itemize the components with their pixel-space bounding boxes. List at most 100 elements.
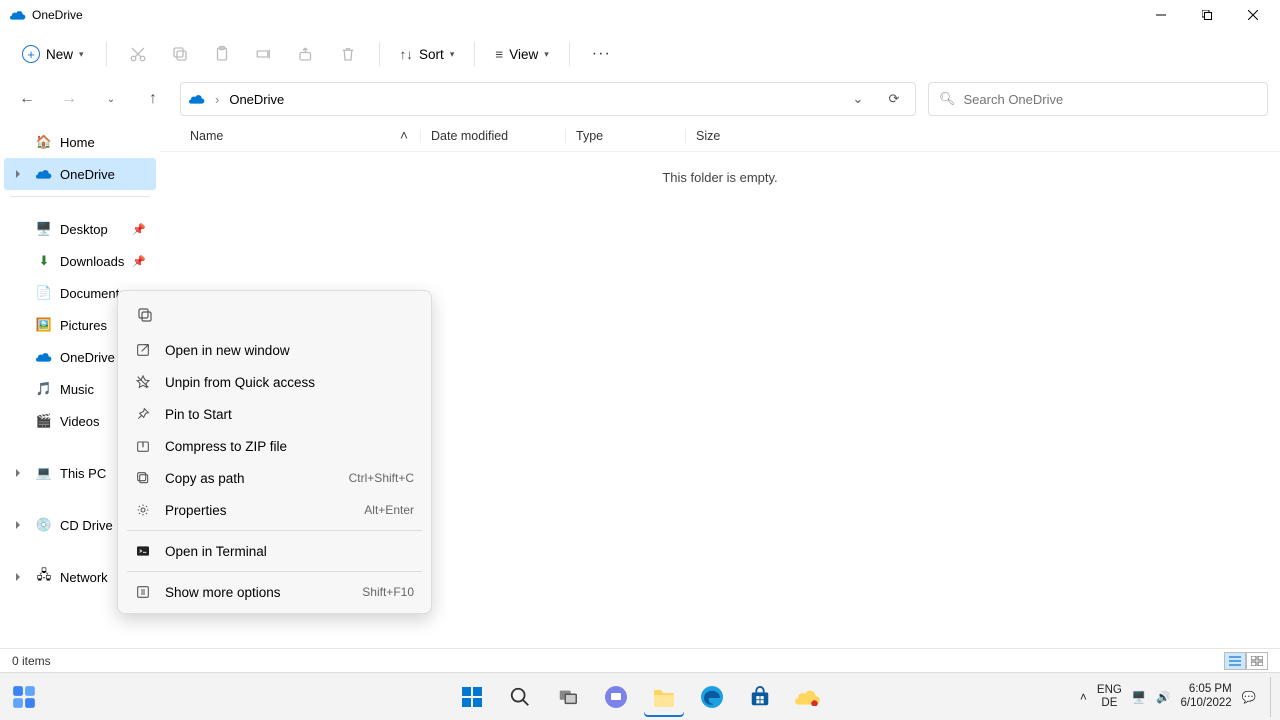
cut-icon[interactable] — [119, 37, 157, 71]
chevron-down-icon: ▾ — [450, 49, 455, 60]
new-button[interactable]: + New ▾ — [12, 37, 94, 71]
volume-tray-icon[interactable]: 🔊 — [1156, 690, 1170, 704]
ctx-unpin-quick-access[interactable]: Unpin from Quick access — [123, 366, 426, 398]
tray-overflow-button[interactable]: ˄ — [1080, 690, 1087, 704]
more-options-icon — [135, 584, 151, 600]
terminal-icon — [135, 543, 151, 559]
sidebar-item-downloads[interactable]: ⬇ Downloads 📌 — [4, 245, 156, 277]
widgets-button[interactable] — [4, 677, 44, 717]
thumbnails-view-button[interactable] — [1246, 652, 1268, 670]
rename-icon[interactable] — [245, 37, 283, 71]
documents-icon: 📄 — [36, 285, 52, 301]
ctx-compress-zip[interactable]: Compress to ZIP file — [123, 430, 426, 462]
edge-button[interactable] — [692, 677, 732, 717]
sidebar-item-desktop[interactable]: 🖥️ Desktop 📌 — [4, 213, 156, 245]
chat-button[interactable] — [596, 677, 636, 717]
store-button[interactable] — [740, 677, 780, 717]
ctx-shortcut: Ctrl+Shift+C — [349, 471, 414, 485]
sidebar-item-label: Videos — [60, 414, 100, 429]
column-header-size[interactable]: Size — [685, 129, 765, 143]
view-button[interactable]: ≡ View ▾ — [487, 37, 556, 71]
up-button[interactable]: ↑ — [138, 84, 168, 114]
ctx-show-more-options[interactable]: Show more options Shift+F10 — [123, 576, 426, 608]
new-label: New — [46, 47, 73, 62]
plus-icon: + — [22, 45, 40, 63]
address-dropdown-button[interactable]: ⌄ — [845, 91, 871, 107]
ctx-open-new-window[interactable]: Open in new window — [123, 334, 426, 366]
sidebar-divider — [10, 196, 150, 197]
copy-icon[interactable] — [161, 37, 199, 71]
pin-icon: 📌 — [132, 255, 146, 268]
navigation-row: ← → ⌄ ↑ › OneDrive ⌄ ⟳ 🔍︎ — [0, 78, 1280, 120]
toolbar-separator — [379, 42, 380, 66]
status-bar: 0 items — [0, 648, 1280, 672]
minimize-button[interactable] — [1138, 0, 1184, 30]
onedrive-cloud-icon — [10, 7, 26, 23]
forward-button[interactable]: → — [54, 84, 84, 114]
lang-primary: ENG — [1097, 684, 1122, 697]
sidebar-item-label: Downloads — [60, 254, 124, 269]
ctx-properties[interactable]: Properties Alt+Enter — [123, 494, 426, 526]
search-taskbar-button[interactable] — [500, 677, 540, 717]
ctx-pin-to-start[interactable]: Pin to Start — [123, 398, 426, 430]
paste-icon[interactable] — [203, 37, 241, 71]
context-menu-separator — [127, 571, 422, 572]
search-input[interactable] — [964, 92, 1257, 107]
sidebar-item-label: This PC — [60, 466, 106, 481]
details-view-button[interactable] — [1224, 652, 1246, 670]
copy-icon[interactable] — [129, 299, 161, 331]
sidebar-item-label: Music — [60, 382, 94, 397]
start-button[interactable] — [452, 677, 492, 717]
view-icon: ≡ — [495, 47, 503, 62]
recent-locations-button[interactable]: ⌄ — [96, 84, 126, 114]
sidebar-item-label: Home — [60, 135, 95, 150]
sidebar-item-home[interactable]: 🏠 Home — [4, 126, 156, 158]
clock-time: 6:05 PM — [1181, 683, 1232, 697]
thispc-icon: 💻 — [36, 465, 52, 481]
column-headers: Name Date modified Type Size — [160, 120, 1280, 152]
onedrive-taskbar-button[interactable] — [788, 677, 828, 717]
videos-icon: 🎬 — [36, 413, 52, 429]
ctx-open-terminal[interactable]: Open in Terminal — [123, 535, 426, 567]
breadcrumb-location[interactable]: OneDrive — [229, 92, 284, 107]
item-count: 0 items — [12, 654, 51, 668]
ctx-label: Open in new window — [165, 343, 414, 358]
show-desktop-button[interactable] — [1270, 677, 1274, 717]
ctx-shortcut: Alt+Enter — [364, 503, 414, 517]
file-explorer-button[interactable] — [644, 677, 684, 717]
ctx-label: Properties — [165, 503, 350, 518]
pin-icon: 📌 — [132, 223, 146, 236]
ctx-copy-as-path[interactable]: Copy as path Ctrl+Shift+C — [123, 462, 426, 494]
sidebar-item-label: OneDrive — [60, 167, 115, 182]
close-button[interactable] — [1230, 0, 1276, 30]
notifications-button[interactable]: 💬 — [1242, 690, 1256, 704]
column-header-date[interactable]: Date modified — [420, 129, 565, 143]
column-header-type[interactable]: Type — [565, 129, 685, 143]
language-indicator[interactable]: ENG DE — [1097, 684, 1122, 709]
toolbar-separator — [106, 42, 107, 66]
address-bar[interactable]: › OneDrive ⌄ ⟳ — [180, 82, 916, 116]
music-icon: 🎵 — [36, 381, 52, 397]
onedrive-cloud-icon — [36, 166, 52, 182]
search-box[interactable]: 🔍︎ — [928, 82, 1268, 116]
pin-icon — [135, 406, 151, 422]
ctx-shortcut: Shift+F10 — [362, 585, 414, 599]
more-button[interactable]: ··· — [582, 45, 621, 63]
maximize-button[interactable] — [1184, 0, 1230, 30]
home-icon: 🏠 — [36, 134, 52, 150]
breadcrumb-separator: › — [215, 92, 219, 107]
sidebar-item-onedrive[interactable]: OneDrive — [4, 158, 156, 190]
copy-path-icon — [135, 470, 151, 486]
task-view-button[interactable] — [548, 677, 588, 717]
delete-icon[interactable] — [329, 37, 367, 71]
share-icon[interactable] — [287, 37, 325, 71]
column-header-name[interactable]: Name — [160, 129, 420, 143]
sort-button[interactable]: ↑↓ Sort ▾ — [392, 37, 463, 71]
titlebar: OneDrive — [0, 0, 1280, 30]
clock[interactable]: 6:05 PM 6/10/2022 — [1181, 683, 1232, 711]
ctx-label: Compress to ZIP file — [165, 439, 414, 454]
refresh-button[interactable]: ⟳ — [881, 91, 907, 107]
back-button[interactable]: ← — [12, 84, 42, 114]
network-tray-icon[interactable]: 🖥️ — [1132, 690, 1146, 704]
open-window-icon — [135, 342, 151, 358]
